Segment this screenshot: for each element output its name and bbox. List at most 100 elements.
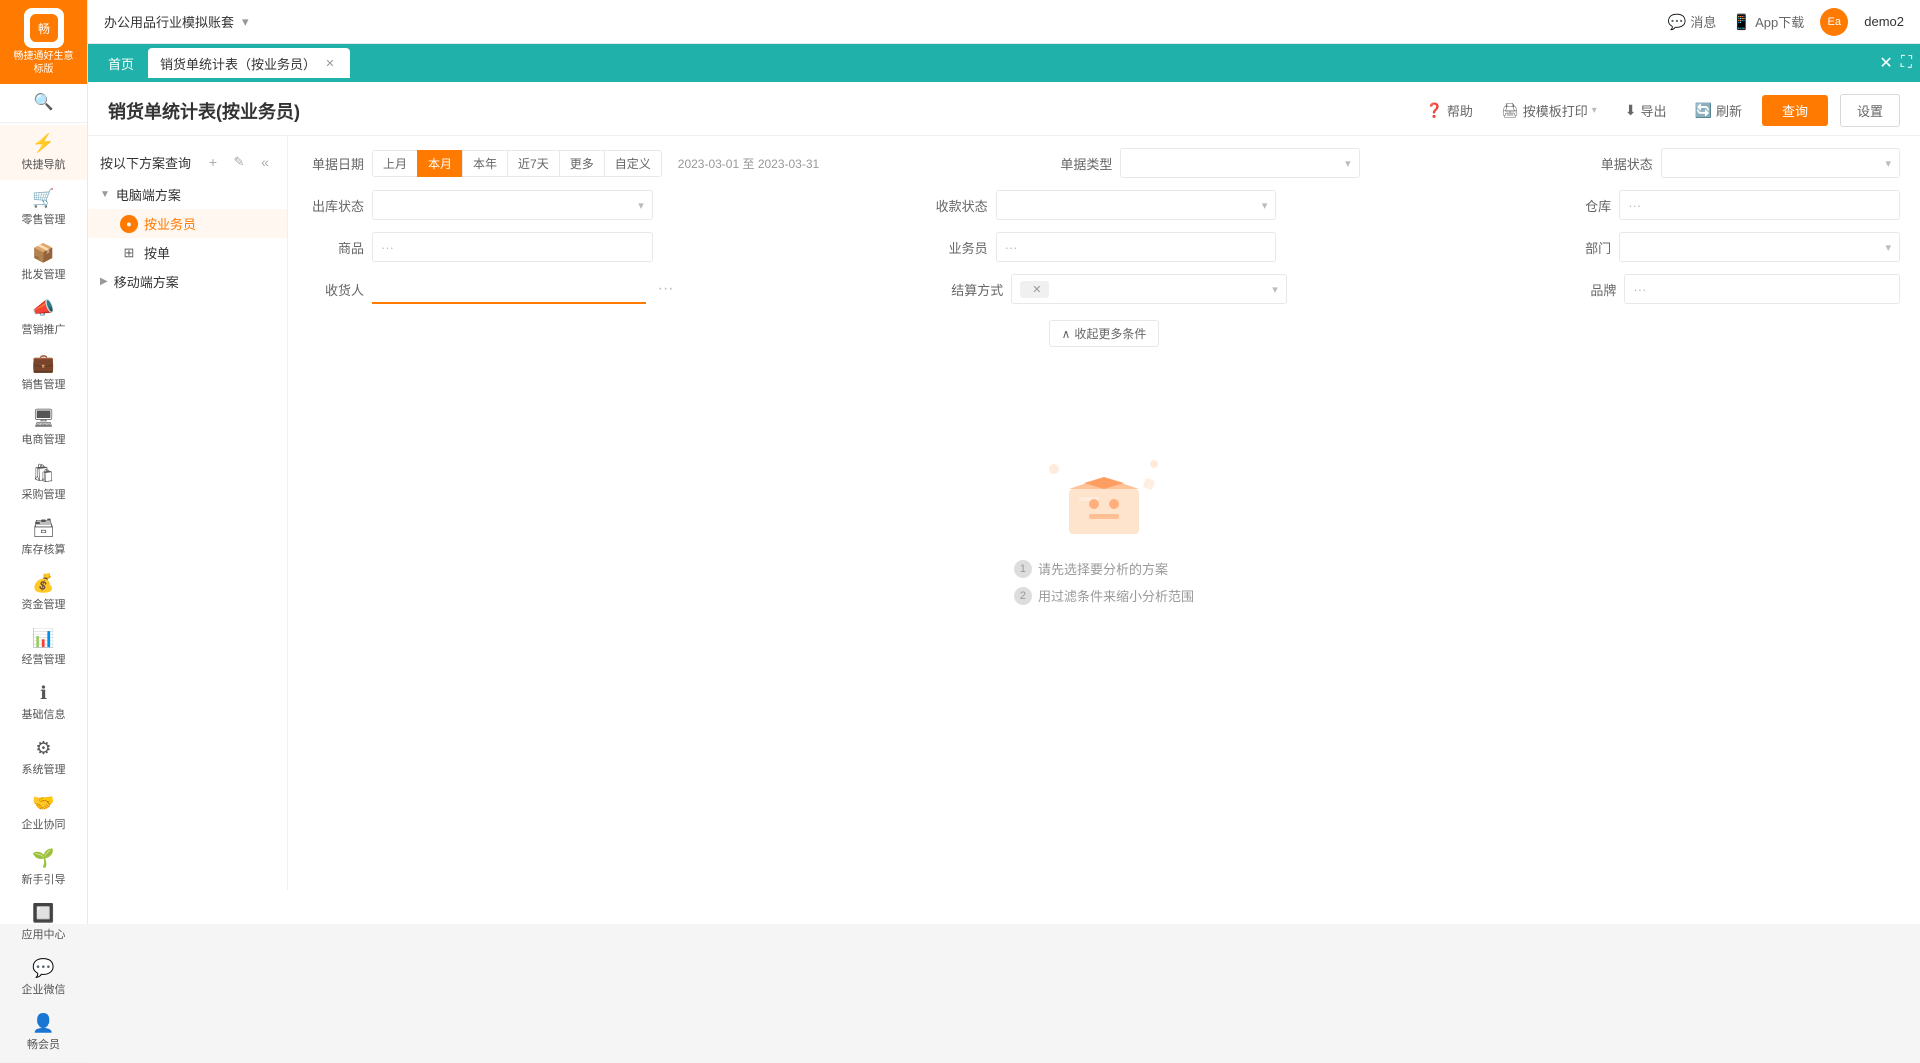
sidebar-item-finance[interactable]: 💰 资金管理	[0, 565, 87, 620]
newbie-icon: 🌱	[32, 848, 54, 869]
sidebar-item-newbie[interactable]: 🌱 新手引导	[0, 840, 87, 895]
purchase-label: 采购管理	[22, 486, 66, 502]
query-button[interactable]: 查询	[1762, 95, 1828, 126]
quicknav-icon: ⚡	[32, 133, 54, 154]
corp-label: 企业协同	[22, 816, 66, 832]
header-dropdown-icon[interactable]: ▾	[242, 14, 249, 30]
sidebar-item-corp[interactable]: 🤝 企业协同	[0, 785, 87, 840]
tab-close-all-icon[interactable]: ✕	[1879, 53, 1892, 73]
user-avatar[interactable]: Ea	[1820, 8, 1848, 36]
left-panel-title: 按以下方案查询	[100, 153, 191, 172]
apps-label: 应用中心	[22, 926, 66, 942]
print-dropdown-icon[interactable]: ▾	[1592, 105, 1597, 116]
receiver-label: 收货人	[308, 280, 364, 299]
tree-arrow-mobile: ▶	[100, 276, 108, 287]
warehouse-select[interactable]: ···	[1619, 190, 1900, 220]
out-status-arrow: ▾	[638, 199, 644, 212]
tab-close-icon[interactable]: ✕	[322, 55, 338, 71]
sidebar-item-operation[interactable]: 📊 经营管理	[0, 620, 87, 675]
sidebar-item-member[interactable]: 👤 畅会员	[0, 1005, 87, 1060]
tab-bar: 首页 销货单统计表（按业务员） ✕ ✕ ⛶	[88, 44, 1920, 82]
sidebar-item-ecommerce[interactable]: 🖥 电商管理	[0, 400, 87, 455]
doc-type-arrow: ▾	[1345, 157, 1351, 170]
settlement-tag[interactable]: ✕	[1020, 281, 1049, 298]
message-icon: 💬	[1668, 13, 1687, 31]
tab-expand-icon[interactable]: ⛶	[1901, 54, 1912, 72]
empty-hint-2-text: 用过滤条件来缩小分析范围	[1038, 586, 1194, 605]
product-select[interactable]: ···	[372, 232, 653, 262]
tree-item-by-salesrep[interactable]: ● 按业务员	[88, 209, 287, 238]
sidebar-item-wechat[interactable]: 💬 企业微信	[0, 950, 87, 1005]
marketing-label: 营销推广	[22, 321, 66, 337]
collapse-panel-icon[interactable]: «	[255, 152, 275, 172]
brand-placeholder: ···	[1633, 282, 1646, 297]
export-button[interactable]: ⬇ 导出	[1617, 97, 1675, 124]
inventory-label: 库存核算	[22, 541, 66, 557]
date-btn-last-month[interactable]: 上月	[372, 150, 417, 177]
tab-sales-stat[interactable]: 销货单统计表（按业务员） ✕	[148, 48, 350, 78]
member-label: 畅会员	[27, 1036, 60, 1052]
date-btn-7days[interactable]: 近7天	[507, 150, 559, 177]
date-btn-more[interactable]: 更多	[559, 150, 604, 177]
collapse-icon: ∧	[1062, 327, 1071, 341]
out-status-select[interactable]: ▾	[372, 190, 653, 220]
page: 销货单统计表(按业务员) ❓ 帮助 🖨 按模板打印 ▾ ⬇ 导出	[88, 82, 1920, 924]
left-panel: 按以下方案查询 + ✎ « ▼ 电脑端方案 ● 按业务员	[88, 136, 288, 890]
doc-type-label: 单据类型	[1056, 154, 1112, 173]
sidebar-item-sales[interactable]: 💼 销售管理	[0, 345, 87, 400]
sidebar-item-wholesale[interactable]: 📦 批发管理	[0, 235, 87, 290]
sidebar-item-inventory[interactable]: 🗃 库存核算	[0, 510, 87, 565]
sidebar-item-apps[interactable]: 🔲 应用中心	[0, 895, 87, 950]
app-download-button[interactable]: 📱 App下载	[1732, 12, 1804, 31]
logo-icon: 畅	[24, 8, 64, 48]
sales-rep-select[interactable]: ···	[996, 232, 1277, 262]
sidebar-item-quicknav[interactable]: ⚡ 快捷导航	[0, 125, 87, 180]
page-actions: ❓ 帮助 🖨 按模板打印 ▾ ⬇ 导出 🔄 刷新	[1417, 94, 1900, 127]
header-right: 💬 消息 📱 App下载 Ea demo2	[1668, 8, 1904, 36]
settlement-select[interactable]: ✕ ▾	[1011, 274, 1287, 304]
date-btn-this-year[interactable]: 本年	[462, 150, 507, 177]
edit-scheme-icon[interactable]: ✎	[229, 152, 249, 172]
receipt-status-select[interactable]: ▾	[996, 190, 1277, 220]
user-name[interactable]: demo2	[1864, 14, 1904, 29]
sidebar-item-marketing[interactable]: 📣 营销推广	[0, 290, 87, 345]
sidebar-item-retail[interactable]: 🛒 零售管理	[0, 180, 87, 235]
tree-group-pc[interactable]: ▼ 电脑端方案	[88, 180, 287, 209]
dept-select[interactable]: ▾	[1619, 232, 1900, 262]
sidebar-item-system[interactable]: ⚙ 系统管理	[0, 730, 87, 785]
help-button[interactable]: ❓ 帮助	[1417, 97, 1480, 124]
brand-select[interactable]: ···	[1624, 274, 1900, 304]
dept-label: 部门	[1555, 238, 1611, 257]
doc-status-select[interactable]: ▾	[1661, 148, 1900, 178]
help-label: 帮助	[1447, 101, 1473, 120]
tree-arrow-pc: ▼	[100, 189, 110, 200]
date-btn-this-month[interactable]: 本月	[417, 150, 462, 177]
sidebar-item-basic[interactable]: ℹ 基础信息	[0, 675, 87, 730]
sidebar-item-purchase[interactable]: 🛍 采购管理	[0, 455, 87, 510]
settings-button[interactable]: 设置	[1840, 94, 1900, 127]
settlement-tag-close-icon[interactable]: ✕	[1032, 283, 1041, 296]
operation-label: 经营管理	[22, 651, 66, 667]
date-btn-custom[interactable]: 自定义	[604, 150, 662, 177]
collapse-button[interactable]: ∧ 收起更多条件	[1049, 320, 1160, 347]
sidebar-search-item[interactable]: 🔍	[0, 84, 87, 123]
doc-type-select[interactable]: ▾	[1120, 148, 1359, 178]
refresh-icon: 🔄	[1695, 102, 1712, 119]
print-button[interactable]: 🖨 按模板打印 ▾	[1493, 97, 1605, 124]
empty-num-2: 2	[1014, 587, 1032, 605]
add-scheme-icon[interactable]: +	[203, 152, 223, 172]
sales-icon: 💼	[32, 353, 54, 374]
sidebar-nav: ⚡ 快捷导航 🛒 零售管理 📦 批发管理 📣 营销推广 💼 销售管理 🖥 电商管…	[0, 123, 87, 1063]
sidebar-logo[interactable]: 畅 畅捷通好生意 标版	[0, 0, 87, 84]
receipt-status-label: 收款状态	[932, 196, 988, 215]
receiver-input[interactable]	[372, 274, 646, 304]
receiver-dots[interactable]: ···	[658, 280, 674, 298]
tree-item-by-order[interactable]: ⊞ 按单	[88, 238, 287, 267]
tab-home[interactable]: 首页	[96, 48, 146, 78]
retail-label: 零售管理	[22, 211, 66, 227]
salesrep-scheme-label: 按业务员	[144, 214, 196, 233]
refresh-button[interactable]: 🔄 刷新	[1687, 97, 1750, 124]
message-button[interactable]: 💬 消息	[1668, 12, 1717, 31]
operation-icon: 📊	[32, 628, 54, 649]
tree-group-mobile[interactable]: ▶ 移动端方案	[88, 267, 287, 296]
